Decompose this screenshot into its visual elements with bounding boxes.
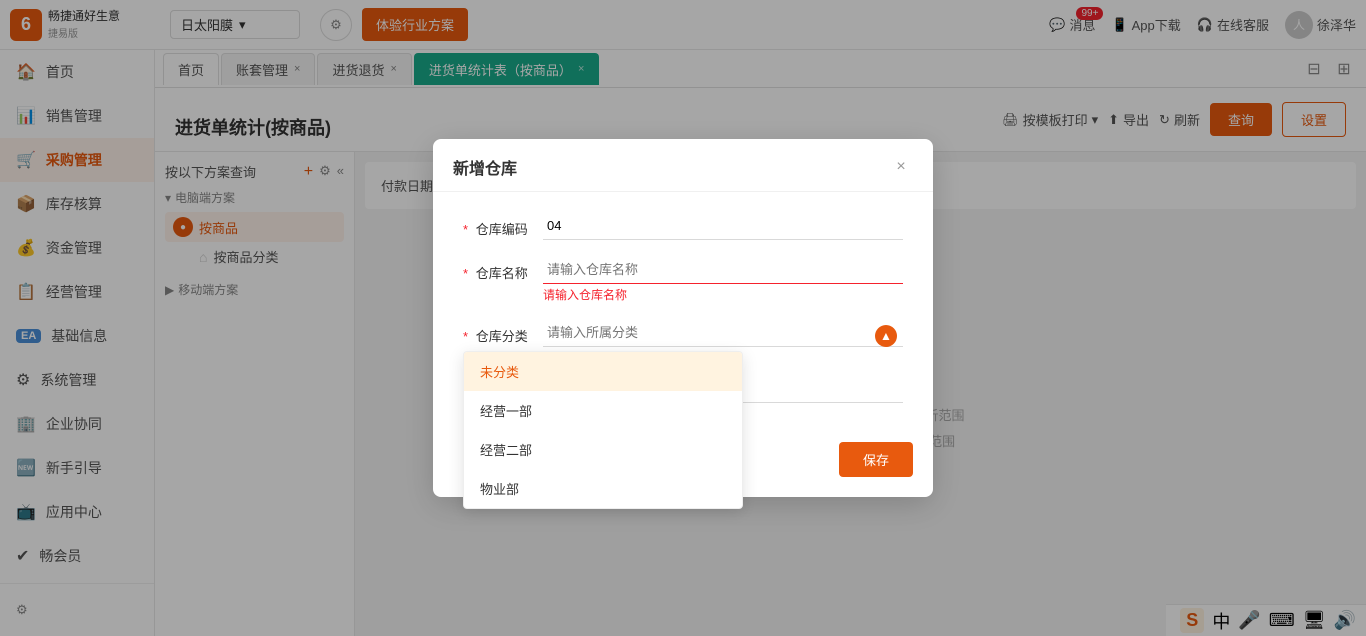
dropdown-arrow-icon[interactable]: ▲ <box>875 325 897 347</box>
required-star-code: * <box>463 222 468 237</box>
dropdown-item-dept1[interactable]: 经营一部 <box>464 391 742 430</box>
name-input[interactable] <box>543 256 903 284</box>
name-label: * 仓库名称 <box>463 256 543 282</box>
add-warehouse-dialog: 新增仓库 × * 仓库编码 * 仓库名称 <box>433 139 933 497</box>
code-field <box>543 212 903 240</box>
dropdown-item-none[interactable]: 未分类 <box>464 352 742 391</box>
dialog-header: 新增仓库 × <box>433 139 933 192</box>
name-error-message: 请输入仓库名称 <box>543 286 903 303</box>
dialog-overlay: 新增仓库 × * 仓库编码 * 仓库名称 <box>0 0 1366 636</box>
code-label: * 仓库编码 <box>463 212 543 238</box>
save-button[interactable]: 保存 <box>839 442 913 477</box>
name-label-text: 仓库名称 <box>476 266 528 281</box>
required-star-name: * <box>463 266 468 281</box>
form-row-code: * 仓库编码 <box>463 212 903 240</box>
category-label-text: 仓库分类 <box>476 329 528 344</box>
category-input[interactable] <box>543 319 903 347</box>
code-label-text: 仓库编码 <box>476 222 528 237</box>
dialog-body: * 仓库编码 * 仓库名称 请输入仓库名称 <box>433 192 933 442</box>
form-row-category: * 仓库分类 ▲ 未分类 经营一部 经营二部 物业部 <box>463 319 903 347</box>
category-label: * 仓库分类 <box>463 319 543 345</box>
dropdown-item-dept2[interactable]: 经营二部 <box>464 430 742 469</box>
category-field: ▲ 未分类 经营一部 经营二部 物业部 <box>543 319 903 347</box>
dropdown-item-dept3[interactable]: 物业部 <box>464 469 742 508</box>
code-input[interactable] <box>543 212 903 240</box>
form-row-name: * 仓库名称 请输入仓库名称 <box>463 256 903 303</box>
dialog-close-button[interactable]: × <box>889 155 913 179</box>
name-field: 请输入仓库名称 <box>543 256 903 303</box>
required-star-category: * <box>463 329 468 344</box>
category-dropdown-list: 未分类 经营一部 经营二部 物业部 <box>463 351 743 509</box>
dialog-title: 新增仓库 <box>453 155 517 179</box>
